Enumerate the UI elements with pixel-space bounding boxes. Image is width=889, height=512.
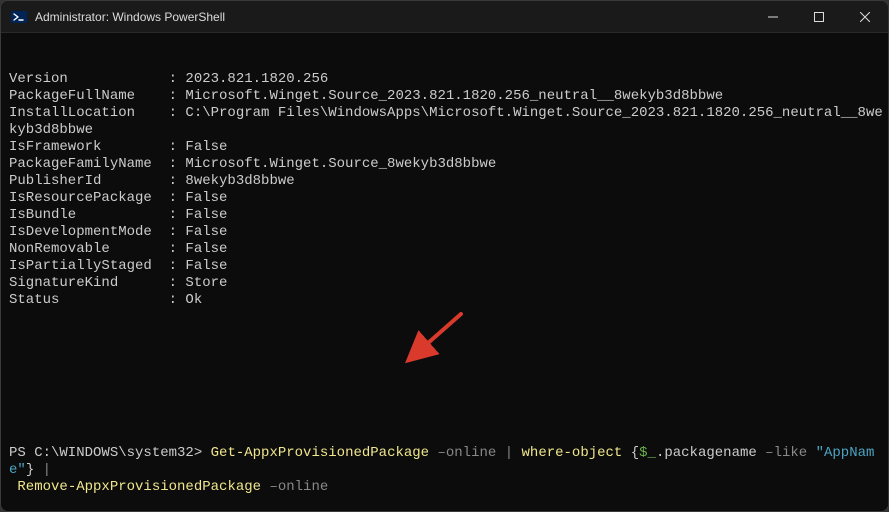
param-online2: –online xyxy=(261,479,328,495)
brace-open: { xyxy=(631,445,639,461)
property-row: Status : Ok xyxy=(9,292,884,309)
powershell-window: Administrator: Windows PowerShell Versio… xyxy=(0,0,889,512)
cmd-get: Get-AppxProvisionedPackage xyxy=(211,445,429,461)
property-row: PackageFamilyName : Microsoft.Winget.Sou… xyxy=(9,156,884,173)
property-row: NonRemovable : False xyxy=(9,241,884,258)
property-row: IsFramework : False xyxy=(9,139,884,156)
terminal-output[interactable]: Version : 2023.821.1820.256PackageFullNa… xyxy=(1,33,888,511)
cmd-remove: Remove-AppxProvisionedPackage xyxy=(17,479,261,495)
property-row: PublisherId : 8wekyb3d8bbwe xyxy=(9,173,884,190)
prop-pkgname: .packagename xyxy=(656,445,765,461)
window-title: Administrator: Windows PowerShell xyxy=(35,10,225,24)
property-row: kyb3d8bbwe xyxy=(9,122,884,139)
maximize-button[interactable] xyxy=(796,1,842,33)
powershell-icon xyxy=(11,9,27,25)
param-online1: –online xyxy=(429,445,505,461)
titlebar[interactable]: Administrator: Windows PowerShell xyxy=(1,1,888,33)
property-row: PackageFullName : Microsoft.Winget.Sourc… xyxy=(9,88,884,105)
property-row: IsDevelopmentMode : False xyxy=(9,224,884,241)
var-dollar: $_ xyxy=(639,445,656,461)
minimize-button[interactable] xyxy=(750,1,796,33)
cmd-where: where-object xyxy=(513,445,631,461)
pipe1: | xyxy=(505,445,513,461)
param-like: –like xyxy=(765,445,815,461)
brace-close: } xyxy=(26,462,34,478)
prompt-prefix: PS C:\WINDOWS\system32> xyxy=(9,445,211,461)
property-row: InstallLocation : C:\Program Files\Windo… xyxy=(9,105,884,122)
property-row: SignatureKind : Store xyxy=(9,275,884,292)
property-row: Version : 2023.821.1820.256 xyxy=(9,71,884,88)
property-row: IsBundle : False xyxy=(9,207,884,224)
package-properties: Version : 2023.821.1820.256PackageFullNa… xyxy=(9,71,884,309)
close-button[interactable] xyxy=(842,1,888,33)
pipe2: | xyxy=(34,462,51,478)
property-row: IsPartiallyStaged : False xyxy=(9,258,884,275)
command-line: PS C:\WINDOWS\system32> Get-AppxProvisio… xyxy=(9,445,884,496)
property-row: IsResourcePackage : False xyxy=(9,190,884,207)
